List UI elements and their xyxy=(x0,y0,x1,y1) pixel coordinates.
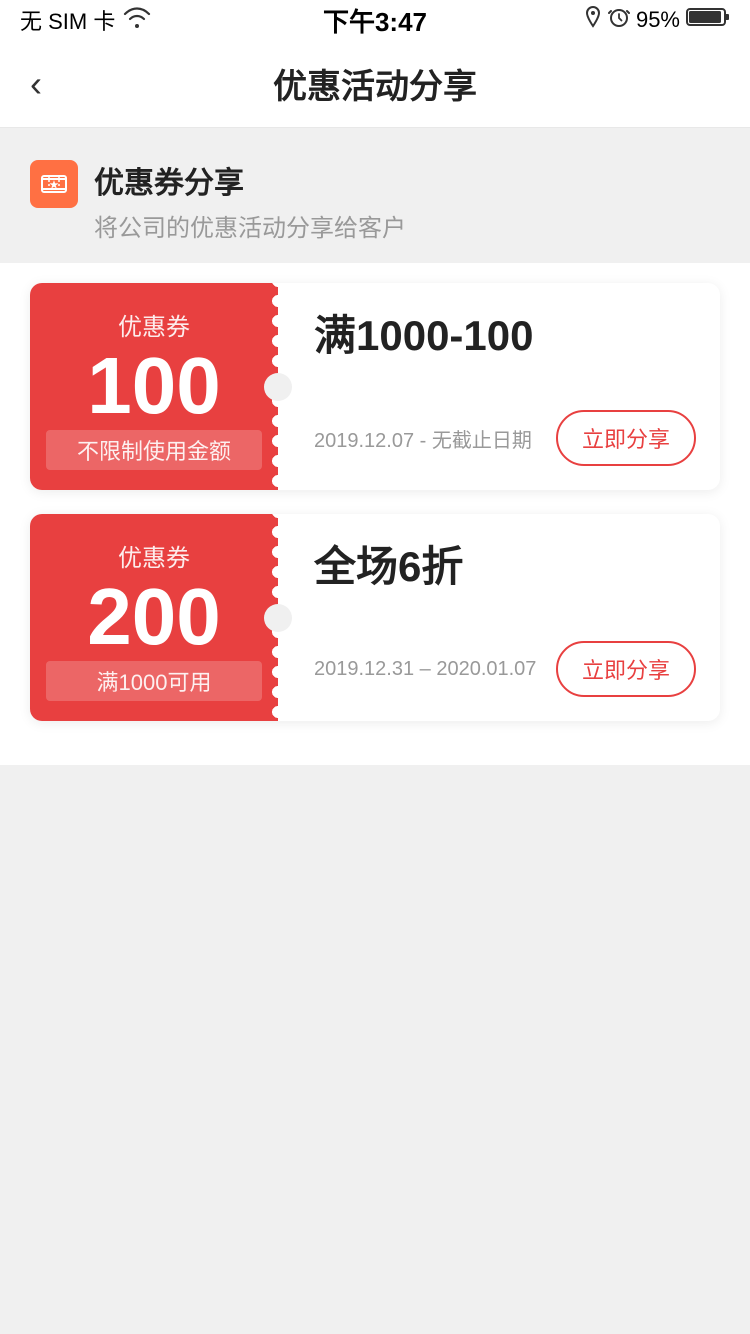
coupon-amount-1: 200 xyxy=(87,577,220,657)
coupon-condition-1: 满1000可用 xyxy=(46,661,262,701)
coupon-label-1: 优惠券 xyxy=(118,538,190,573)
section-title: 优惠券分享 xyxy=(94,158,406,202)
coupon-amount-0: 100 xyxy=(87,346,220,426)
coupon-bottom-1: 2019.12.31 – 2020.01.07 立即分享 xyxy=(314,641,696,697)
cards-area: 优惠券 100 不限制使用金额 满1000-100 2019.12.07 - 无… xyxy=(0,263,750,765)
status-time: 下午3:47 xyxy=(323,2,427,39)
back-button[interactable]: ‹ xyxy=(30,63,42,105)
coupon-date-1: 2019.12.31 – 2020.01.07 xyxy=(314,658,536,681)
coupon-card-0: 优惠券 100 不限制使用金额 满1000-100 2019.12.07 - 无… xyxy=(30,283,720,490)
section-text: 优惠券分享 将公司的优惠活动分享给客户 xyxy=(94,158,406,243)
share-button-1[interactable]: 立即分享 xyxy=(556,641,696,697)
page-title: 优惠活动分享 xyxy=(273,59,477,108)
alarm-icon xyxy=(608,6,630,34)
coupon-name-1: 全场6折 xyxy=(314,542,696,592)
coupon-left-0: 优惠券 100 不限制使用金额 xyxy=(30,283,278,490)
section-subtitle: 将公司的优惠活动分享给客户 xyxy=(94,208,406,243)
status-left: 无 SIM 卡 xyxy=(20,4,151,36)
battery-icon xyxy=(686,6,730,34)
coupon-bottom-0: 2019.12.07 - 无截止日期 立即分享 xyxy=(314,410,696,466)
coupon-card-1: 优惠券 200 满1000可用 全场6折 2019.12.31 – 2020.0… xyxy=(30,514,720,721)
wifi-icon xyxy=(123,6,151,34)
coupon-right-0: 满1000-100 2019.12.07 - 无截止日期 立即分享 xyxy=(278,283,720,490)
coupon-left-1: 优惠券 200 满1000可用 xyxy=(30,514,278,721)
battery-percentage: 95% xyxy=(636,7,680,33)
coupon-condition-0: 不限制使用金额 xyxy=(46,430,262,470)
section-header: ★ 优惠券分享 将公司的优惠活动分享给客户 xyxy=(0,128,750,263)
location-icon xyxy=(584,6,602,34)
svg-text:★: ★ xyxy=(50,180,59,191)
status-right: 95% xyxy=(584,6,730,34)
coupon-name-0: 满1000-100 xyxy=(314,311,696,361)
share-button-0[interactable]: 立即分享 xyxy=(556,410,696,466)
carrier-text: 无 SIM 卡 xyxy=(20,4,115,36)
coupon-label-0: 优惠券 xyxy=(118,307,190,342)
bottom-area xyxy=(0,765,750,1265)
nav-bar: ‹ 优惠活动分享 xyxy=(0,40,750,128)
coupon-right-1: 全场6折 2019.12.31 – 2020.01.07 立即分享 xyxy=(278,514,720,721)
section-icon: ★ xyxy=(30,160,78,208)
coupon-date-0: 2019.12.07 - 无截止日期 xyxy=(314,424,532,453)
status-bar: 无 SIM 卡 下午3:47 95% xyxy=(0,0,750,40)
